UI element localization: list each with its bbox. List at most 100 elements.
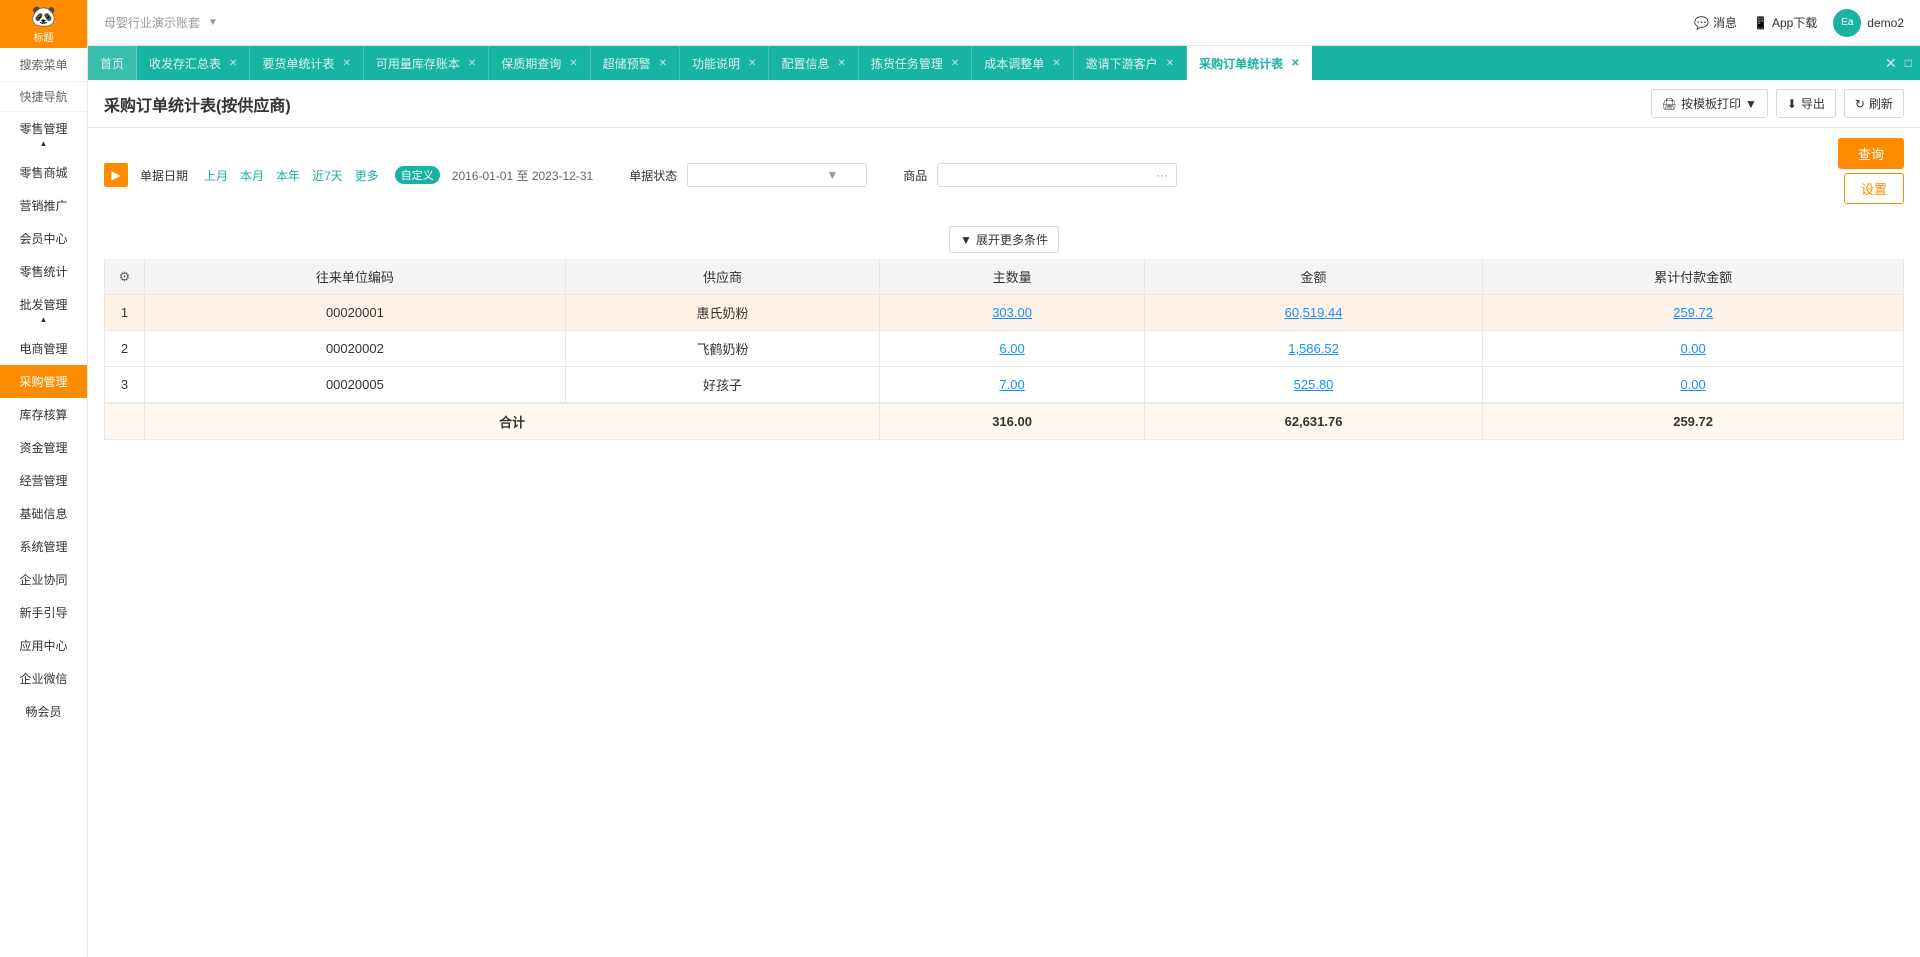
expand-filters-button[interactable]: ▼ 展开更多条件 xyxy=(949,226,1059,253)
amount-cell[interactable]: 1,586.52 xyxy=(1144,331,1482,367)
nav-tab-close-overstock-warning[interactable]: ✕ xyxy=(659,58,667,69)
date-shortcut-this-year[interactable]: 本年 xyxy=(272,165,304,186)
sidebar-search[interactable]: 搜索菜单 xyxy=(0,48,87,82)
nav-tabs: 首页收发存汇总表✕要货单统计表✕可用量库存账本✕保质期查询✕超储预警✕功能说明✕… xyxy=(88,46,1877,80)
nav-tab-available-inventory[interactable]: 可用量库存账本✕ xyxy=(364,46,489,80)
sidebar-item-system-mgmt[interactable]: 系统管理 xyxy=(0,530,87,563)
header-actions: 🖨 按模板打印 ▼ ⬇ 导出 ↻ 刷新 xyxy=(1651,89,1904,118)
date-shortcut-last-month[interactable]: 上月 xyxy=(200,165,232,186)
nav-tab-close-cost-adjust[interactable]: ✕ xyxy=(1052,58,1060,69)
global-header-right: 💬 消息 📱 App下载 Ea demo2 xyxy=(1694,9,1904,37)
sidebar-item-finance-mgmt[interactable]: 资金管理 xyxy=(0,431,87,464)
sidebar-item-basic-info[interactable]: 基础信息 xyxy=(0,497,87,530)
nav-tab-close-picking-task[interactable]: ✕ xyxy=(951,58,959,69)
app-download-button[interactable]: 📱 App下载 xyxy=(1753,14,1817,31)
goods-input[interactable]: ··· xyxy=(937,163,1177,187)
amount-cell[interactable]: 60,519.44 xyxy=(1144,295,1482,331)
sidebar-shortcut[interactable]: 快捷导航 xyxy=(0,82,87,112)
table-footer-row: 合计316.0062,631.76259.72 xyxy=(105,403,1904,440)
sidebar-item-retail-mgmt[interactable]: 零售管理▲ xyxy=(0,112,87,156)
table-body: 100020001惠氏奶粉303.0060,519.44259.72200020… xyxy=(105,295,1904,404)
unit-code-cell: 00020002 xyxy=(145,331,566,367)
sidebar-item-enterprise-wechat[interactable]: 企业微信 xyxy=(0,662,87,695)
nav-tab-label-invite-downstream: 邀请下游客户 xyxy=(1086,55,1158,72)
filter-bar: ▶ 单据日期 上月本月本年近7天更多 自定义 2016-01-01 至 2023… xyxy=(88,128,1920,259)
nav-tab-home[interactable]: 首页 xyxy=(88,46,137,80)
print-button[interactable]: 🖨 按模板打印 ▼ xyxy=(1651,89,1768,118)
query-button[interactable]: 查询 xyxy=(1838,138,1904,169)
sidebar-item-label-purchase-mgmt: 采购管理 xyxy=(19,373,67,390)
sidebar-items: 零售管理▲零售商城营销推广会员中心零售统计批发管理▲电商管理采购管理库存核算资金… xyxy=(0,112,87,728)
amount-cell[interactable]: 525.80 xyxy=(1144,367,1482,404)
app-download-icon: 📱 xyxy=(1753,16,1768,30)
col-header-supplier: 供应商 xyxy=(565,259,880,295)
user-profile[interactable]: Ea demo2 xyxy=(1833,9,1904,37)
nav-tab-close-available-inventory[interactable]: ✕ xyxy=(468,58,476,69)
sidebar-item-ecommerce-mgmt[interactable]: 电商管理 xyxy=(0,332,87,365)
nav-tab-cost-adjust[interactable]: 成本调整单✕ xyxy=(972,46,1073,80)
main-qty-cell[interactable]: 303.00 xyxy=(880,295,1145,331)
user-name: demo2 xyxy=(1867,16,1904,30)
nav-tab-feature-notes[interactable]: 功能说明✕ xyxy=(680,46,769,80)
cumulative-payment-cell[interactable]: 259.72 xyxy=(1483,295,1904,331)
date-shortcut-more[interactable]: 更多 xyxy=(351,165,383,186)
sidebar-item-retail-mall[interactable]: 零售商城 xyxy=(0,156,87,189)
date-shortcut-this-month[interactable]: 本月 xyxy=(236,165,268,186)
settings-button[interactable]: 设置 xyxy=(1844,173,1904,204)
settings-col-icon[interactable]: ⚙ xyxy=(119,269,131,284)
maximize-icon[interactable]: □ xyxy=(1905,56,1912,70)
nav-tab-close-config-info[interactable]: ✕ xyxy=(837,58,845,69)
main-qty-cell[interactable]: 6.00 xyxy=(880,331,1145,367)
nav-tab-warranty-query[interactable]: 保质期查询✕ xyxy=(489,46,590,80)
nav-tab-close-receive-summary[interactable]: ✕ xyxy=(229,58,237,69)
date-shortcut-last-7days[interactable]: 近7天 xyxy=(308,165,347,186)
nav-tab-picking-task[interactable]: 拣货任务管理✕ xyxy=(859,46,972,80)
main-qty-cell[interactable]: 7.00 xyxy=(880,367,1145,404)
nav-tab-close-warranty-query[interactable]: ✕ xyxy=(569,58,577,69)
nav-tab-receive-summary[interactable]: 收发存汇总表 ✕ xyxy=(137,46,250,80)
nav-tab-close-feature-notes[interactable]: ✕ xyxy=(748,58,756,69)
unit-code-cell: 00020001 xyxy=(145,295,566,331)
refresh-icon: ↻ xyxy=(1855,97,1865,111)
sidebar-item-label-wholesale-mgmt: 批发管理 xyxy=(19,296,67,313)
sidebar-item-enterprise-collab[interactable]: 企业协同 xyxy=(0,563,87,596)
status-filter-label: 单据状态 xyxy=(629,167,677,184)
message-button[interactable]: 💬 消息 xyxy=(1694,14,1737,31)
col-header-cumulative-payment: 累计付款金额 xyxy=(1483,259,1904,295)
print-dropdown-icon: ▼ xyxy=(1745,97,1757,111)
sidebar-item-inventory[interactable]: 库存核算 xyxy=(0,398,87,431)
export-button[interactable]: ⬇ 导出 xyxy=(1776,89,1836,118)
sidebar-item-retail-stats[interactable]: 零售统计 xyxy=(0,255,87,288)
nav-tab-invite-downstream[interactable]: 邀请下游客户 ✕ xyxy=(1074,46,1187,80)
nav-tab-requisition-summary[interactable]: 要货单统计表✕ xyxy=(250,46,363,80)
nav-tab-purchase-summary[interactable]: 采购订单统计表✕ xyxy=(1187,46,1312,80)
sidebar-logo[interactable]: 🐼 标题 xyxy=(0,0,87,48)
nav-tab-label-receive-summary: 收发存汇总表 xyxy=(149,55,221,72)
message-icon: 💬 xyxy=(1694,16,1709,30)
status-select[interactable]: ▼ xyxy=(687,163,867,187)
nav-tab-close-invite-downstream[interactable]: ✕ xyxy=(1166,58,1174,69)
close-tab-icon[interactable]: ✕ xyxy=(1885,55,1897,72)
refresh-button[interactable]: ↻ 刷新 xyxy=(1844,89,1904,118)
nav-tab-close-requisition-summary[interactable]: ✕ xyxy=(342,58,350,69)
sidebar-item-arrow-retail-mgmt: ▲ xyxy=(40,139,48,148)
sidebar-item-member-center[interactable]: 会员中心 xyxy=(0,222,87,255)
sidebar-item-operations-mgmt[interactable]: 经营管理 xyxy=(0,464,87,497)
sidebar-item-marketing[interactable]: 营销推广 xyxy=(0,189,87,222)
breadcrumb-dropdown-icon[interactable]: ▼ xyxy=(208,17,218,28)
sidebar-item-app-center[interactable]: 应用中心 xyxy=(0,629,87,662)
custom-date-badge[interactable]: 自定义 xyxy=(395,166,440,184)
row-no: 1 xyxy=(105,295,145,331)
sidebar-item-member[interactable]: 畅会员 xyxy=(0,695,87,728)
filter-toggle-button[interactable]: ▶ xyxy=(104,163,128,187)
cumulative-payment-cell[interactable]: 0.00 xyxy=(1483,367,1904,404)
sidebar-item-purchase-mgmt[interactable]: 采购管理 xyxy=(0,365,87,398)
export-icon: ⬇ xyxy=(1787,97,1797,111)
nav-tab-config-info[interactable]: 配置信息✕ xyxy=(769,46,858,80)
sidebar-item-wholesale-mgmt[interactable]: 批发管理▲ xyxy=(0,288,87,332)
nav-tab-overstock-warning[interactable]: 超储预警✕ xyxy=(591,46,680,80)
sidebar-item-new-guide[interactable]: 新手引导 xyxy=(0,596,87,629)
sidebar-item-label-inventory: 库存核算 xyxy=(19,406,67,423)
cumulative-payment-cell[interactable]: 0.00 xyxy=(1483,331,1904,367)
nav-tab-close-purchase-summary[interactable]: ✕ xyxy=(1291,58,1299,69)
